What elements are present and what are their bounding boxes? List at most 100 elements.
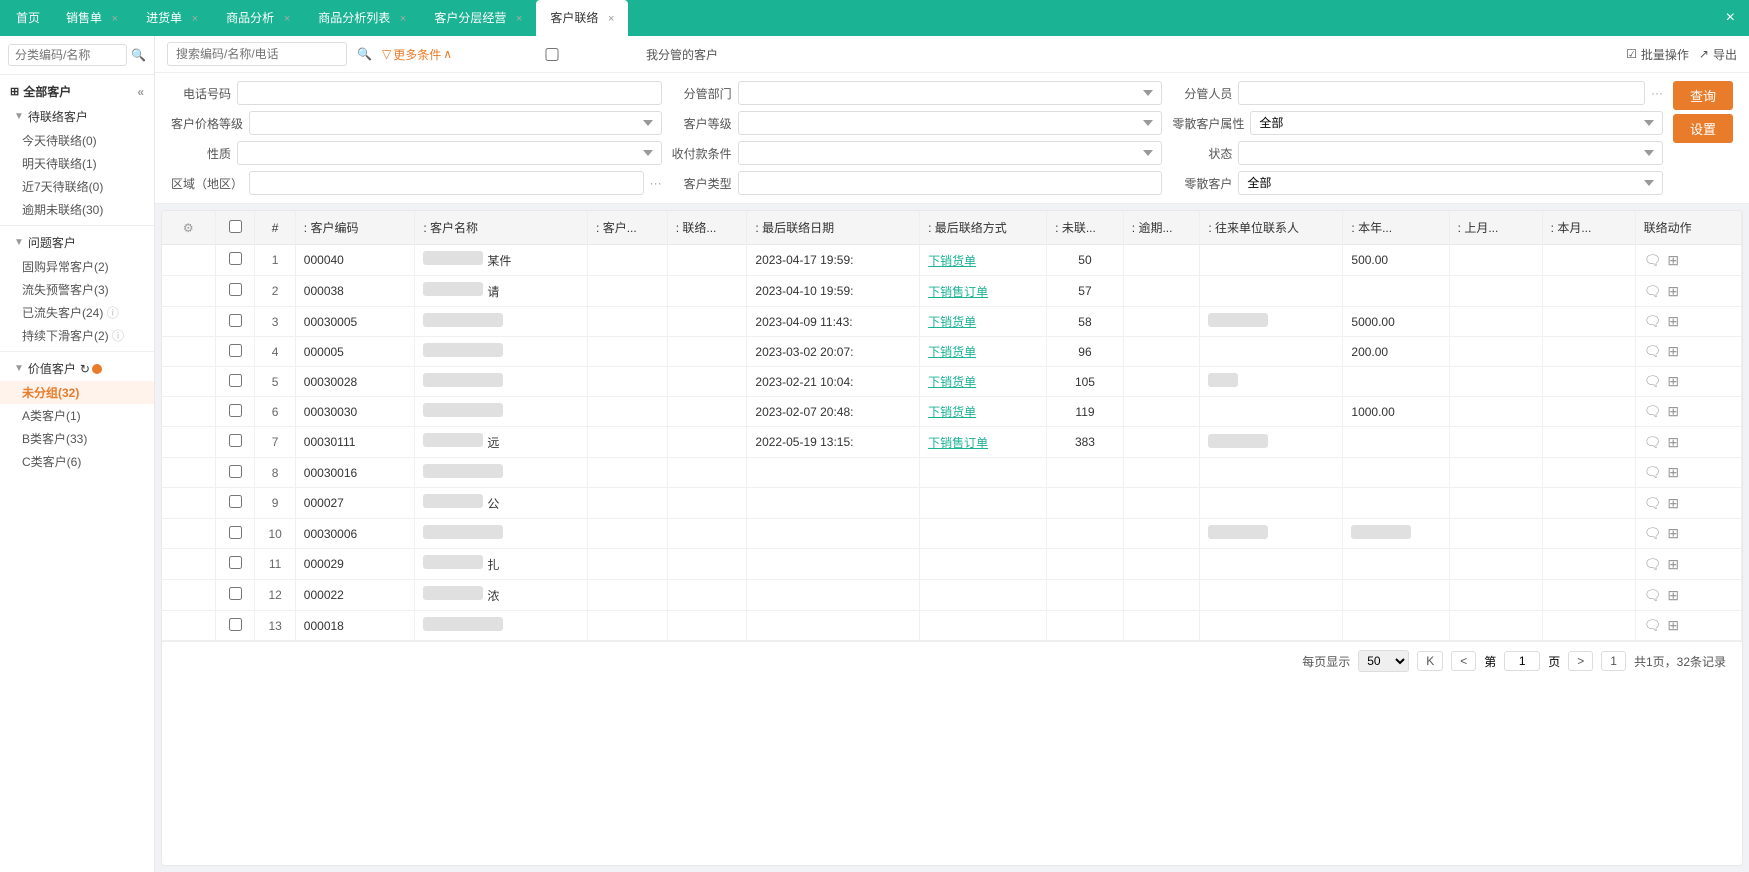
sidebar-item-tomorrow-pending[interactable]: 明天待联络(1) <box>0 152 154 175</box>
grid-action-icon[interactable]: ⊞ <box>1667 556 1679 573</box>
tab-customer-segment[interactable]: 客户分层经营 × <box>420 0 536 36</box>
grid-action-icon[interactable]: ⊞ <box>1667 617 1679 634</box>
row-checkbox[interactable] <box>229 587 242 600</box>
refresh-icon[interactable]: ↻ <box>80 362 90 376</box>
select-all-checkbox[interactable] <box>229 220 242 233</box>
reset-button[interactable]: 设置 <box>1673 114 1733 143</box>
next-page-button[interactable]: > <box>1568 651 1593 671</box>
export-button[interactable]: ↗ 导出 <box>1699 46 1737 63</box>
contact-method-link[interactable]: 下销货单 <box>928 315 976 329</box>
message-action-icon[interactable]: 🗨 <box>1644 313 1662 330</box>
grid-action-icon[interactable]: ⊞ <box>1667 373 1679 390</box>
tab-customer-contact-close[interactable]: × <box>608 13 614 25</box>
message-action-icon[interactable]: 🗨 <box>1644 373 1662 390</box>
tab-sales-close[interactable]: × <box>112 13 118 25</box>
main-search-input[interactable] <box>167 42 347 66</box>
row-checkbox[interactable] <box>229 314 242 327</box>
tab-customer-segment-close[interactable]: × <box>516 13 522 25</box>
sidebar-search-input[interactable] <box>8 44 127 66</box>
grid-action-icon[interactable]: ⊞ <box>1667 343 1679 360</box>
grid-action-icon[interactable]: ⊞ <box>1667 434 1679 451</box>
row-checkbox[interactable] <box>229 465 242 478</box>
row-checkbox[interactable] <box>229 434 242 447</box>
query-button[interactable]: 查询 <box>1673 81 1733 110</box>
message-action-icon[interactable]: 🗨 <box>1644 403 1662 420</box>
cust-type-input[interactable] <box>738 171 1163 195</box>
tab-purchase-close[interactable]: × <box>192 13 198 25</box>
settings-icon[interactable]: ⚙ <box>183 221 194 235</box>
sidebar-all-customers[interactable]: ⊞ 全部客户 « <box>0 75 154 104</box>
tab-sales[interactable]: 销售单 × <box>52 0 132 36</box>
nature-select[interactable] <box>237 141 662 165</box>
message-action-icon[interactable]: 🗨 <box>1644 343 1662 360</box>
row-checkbox[interactable] <box>229 618 242 631</box>
sidebar-item-class-c[interactable]: C类客户(6) <box>0 450 154 473</box>
sidebar-item-class-a[interactable]: A类客户(1) <box>0 404 154 427</box>
tab-goods-analysis[interactable]: 商品分析 × <box>212 0 304 36</box>
contact-method-link[interactable]: 下销货单 <box>928 345 976 359</box>
message-action-icon[interactable]: 🗨 <box>1644 464 1662 481</box>
payment-select[interactable] <box>738 141 1163 165</box>
page-size-select[interactable]: 50 100 200 <box>1358 650 1409 672</box>
price-level-select[interactable] <box>249 111 662 135</box>
grid-action-icon[interactable]: ⊞ <box>1667 252 1679 269</box>
tab-purchase[interactable]: 进货单 × <box>132 0 212 36</box>
manager-dots[interactable]: ··· <box>1651 86 1663 100</box>
region-dots[interactable]: ··· <box>650 176 662 190</box>
sidebar-item-churn-warning[interactable]: 流失预警客户(3) <box>0 278 154 301</box>
grid-action-icon[interactable]: ⊞ <box>1667 313 1679 330</box>
row-checkbox[interactable] <box>229 283 242 296</box>
prev-page-button[interactable]: < <box>1451 651 1476 671</box>
grid-action-icon[interactable]: ⊞ <box>1667 525 1679 542</box>
sidebar-group-pending[interactable]: ▼ 待联络客户 <box>0 104 154 129</box>
sidebar-item-declining[interactable]: 持续下滑客户(2) ⓘ <box>0 324 154 347</box>
manager-input[interactable] <box>1238 81 1645 105</box>
row-checkbox[interactable] <box>229 495 242 508</box>
grid-action-icon[interactable]: ⊞ <box>1667 464 1679 481</box>
retail-cust-select[interactable]: 全部 <box>1238 171 1663 195</box>
retail-attr-select[interactable]: 全部 <box>1250 111 1663 135</box>
row-checkbox[interactable] <box>229 556 242 569</box>
tab-home[interactable]: 首页 <box>4 0 52 36</box>
contact-method-link[interactable]: 下销货单 <box>928 254 976 268</box>
row-checkbox[interactable] <box>229 404 242 417</box>
main-search-icon[interactable]: 🔍 <box>357 47 372 61</box>
contact-method-link[interactable]: 下销货单 <box>928 375 976 389</box>
contact-method-link[interactable]: 下销售订单 <box>928 285 988 299</box>
row-checkbox[interactable] <box>229 344 242 357</box>
more-conditions-button[interactable]: ▽ 更多条件 ∧ <box>382 46 452 63</box>
message-action-icon[interactable]: 🗨 <box>1644 556 1662 573</box>
sidebar-item-unclassified[interactable]: 未分组(32) <box>0 381 154 404</box>
cust-level-select[interactable] <box>738 111 1163 135</box>
contact-method-link[interactable]: 下销售订单 <box>928 436 988 450</box>
page-number-input[interactable] <box>1504 651 1540 671</box>
message-action-icon[interactable]: 🗨 <box>1644 587 1662 604</box>
status-select[interactable] <box>1238 141 1663 165</box>
tab-goods-analysis-close[interactable]: × <box>284 13 290 25</box>
tab-goods-list-close[interactable]: × <box>400 13 406 25</box>
grid-action-icon[interactable]: ⊞ <box>1667 283 1679 300</box>
grid-action-icon[interactable]: ⊞ <box>1667 587 1679 604</box>
message-action-icon[interactable]: 🗨 <box>1644 434 1662 451</box>
message-action-icon[interactable]: 🗨 <box>1644 283 1662 300</box>
grid-action-icon[interactable]: ⊞ <box>1667 403 1679 420</box>
sidebar-group-problem[interactable]: ▼ 问题客户 <box>0 230 154 255</box>
sidebar-item-abnormal[interactable]: 固购异常客户(2) <box>0 255 154 278</box>
tab-customer-contact[interactable]: 客户联络 × <box>536 0 628 36</box>
phone-input[interactable] <box>237 81 662 105</box>
sidebar-item-class-b[interactable]: B类客户(33) <box>0 427 154 450</box>
sidebar-search-icon[interactable]: 🔍 <box>131 48 146 62</box>
sidebar-item-7days-pending[interactable]: 近7天待联络(0) <box>0 175 154 198</box>
region-input[interactable] <box>249 171 644 195</box>
sidebar-item-overdue-contact[interactable]: 逾期未联络(30) <box>0 198 154 221</box>
sidebar-item-churned[interactable]: 已流失客户(24) ⓘ <box>0 301 154 324</box>
sidebar-group-value[interactable]: ▼ 价值客户 ↻ <box>0 356 154 381</box>
sidebar-item-today-pending[interactable]: 今天待联络(0) <box>0 129 154 152</box>
message-action-icon[interactable]: 🗨 <box>1644 525 1662 542</box>
dept-select[interactable] <box>738 81 1163 105</box>
contact-method-link[interactable]: 下销货单 <box>928 405 976 419</box>
sidebar-collapse-icon[interactable]: « <box>137 85 144 99</box>
row-checkbox[interactable] <box>229 252 242 265</box>
row-checkbox[interactable] <box>229 374 242 387</box>
message-action-icon[interactable]: 🗨 <box>1644 252 1662 269</box>
